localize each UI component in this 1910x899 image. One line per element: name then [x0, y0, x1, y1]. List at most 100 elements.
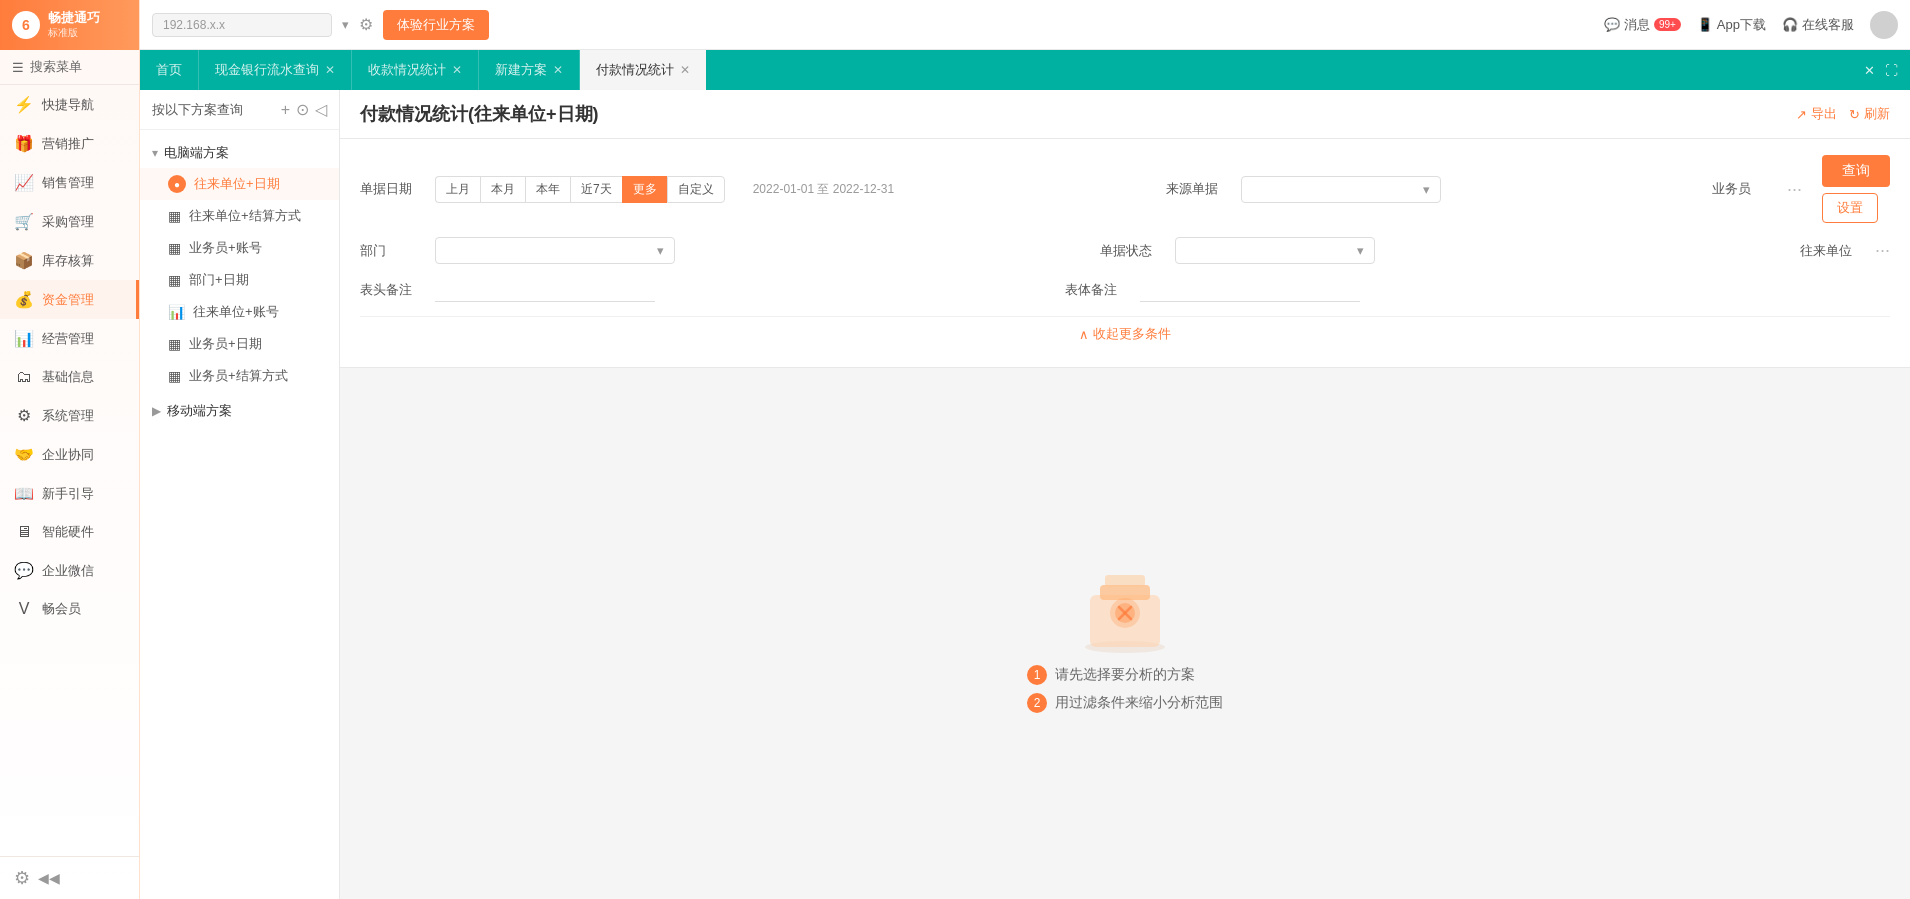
scheme-icon: ▦ — [168, 368, 181, 384]
export-button[interactable]: ↗ 导出 — [1796, 105, 1837, 123]
scheme-group-mobile[interactable]: ▶ 移动端方案 — [140, 396, 339, 426]
app-download-button[interactable]: 📱 App下载 — [1697, 16, 1766, 34]
search-menu[interactable]: ☰ 搜索菜单 — [0, 50, 139, 85]
tab-new-scheme[interactable]: 新建方案 ✕ — [479, 50, 580, 90]
sidebar-item-enterprise[interactable]: 🤝 企业协同 — [0, 435, 139, 474]
address-bar[interactable]: 192.168.x.x — [152, 13, 332, 37]
message-button[interactable]: 💬 消息 99+ — [1604, 16, 1681, 34]
scheme-item-dept-date[interactable]: ▦ 部门+日期 — [140, 264, 339, 296]
date-btn-this-year[interactable]: 本年 — [525, 176, 570, 203]
sidebar-nav: ⚡ 快捷导航 🎁 营销推广 📈 销售管理 🛒 采购管理 📦 库存核算 💰 资金管… — [0, 85, 139, 856]
scheme-item-label: 往来单位+账号 — [193, 303, 279, 321]
body-note-input[interactable] — [1140, 278, 1360, 302]
finance-icon: 💰 — [14, 290, 34, 309]
collapse-sidebar-button[interactable]: ◀◀ — [38, 870, 60, 886]
refresh-button[interactable]: ↻ 刷新 — [1849, 105, 1890, 123]
tab-receipt-stats[interactable]: 收款情况统计 ✕ — [352, 50, 479, 90]
chart-icon: 📊 — [168, 304, 185, 320]
sidebar-item-label: 销售管理 — [42, 174, 94, 192]
expand-icon[interactable]: ⛶ — [1885, 63, 1898, 78]
head-note-input[interactable] — [435, 278, 655, 302]
collapse-arrow-icon: ∧ — [1079, 327, 1089, 342]
settings-footer-button[interactable]: ⚙ — [14, 867, 30, 889]
scheme-item-unit-settle[interactable]: ▦ 往来单位+结算方式 — [140, 200, 339, 232]
scheme-item-staff-settle[interactable]: ▦ 业务员+结算方式 — [140, 360, 339, 392]
trial-button[interactable]: 体验行业方案 — [383, 10, 489, 40]
empty-hints: 1 请先选择要分析的方案 2 用过滤条件来缩小分析范围 — [1027, 665, 1223, 713]
scheme-item-unit-date[interactable]: ● 往来单位+日期 — [140, 168, 339, 200]
refresh-label: 刷新 — [1864, 105, 1890, 123]
staff-dots[interactable]: ··· — [1787, 179, 1802, 200]
sidebar-item-quick-nav[interactable]: ⚡ 快捷导航 — [0, 85, 139, 124]
doc-status-select[interactable]: ▾ — [1175, 237, 1375, 264]
sidebar-item-hardware[interactable]: 🖥 智能硬件 — [0, 513, 139, 551]
empty-illustration — [1065, 555, 1185, 655]
marketing-icon: 🎁 — [14, 134, 34, 153]
sidebar-item-basic[interactable]: 🗂 基础信息 — [0, 358, 139, 396]
sidebar-item-label: 营销推广 — [42, 135, 94, 153]
date-btn-custom[interactable]: 自定义 — [667, 176, 725, 203]
settings-button[interactable]: 设置 — [1822, 193, 1878, 223]
hint-number-2: 2 — [1027, 693, 1047, 713]
date-btn-more[interactable]: 更多 — [622, 176, 667, 203]
tab-bank-flow[interactable]: 现金银行流水查询 ✕ — [199, 50, 352, 90]
date-btn-last-7[interactable]: 近7天 — [570, 176, 622, 203]
unit-dots[interactable]: ··· — [1875, 240, 1890, 261]
collapse-bar[interactable]: ∧ 收起更多条件 — [360, 316, 1890, 351]
sidebar-item-marketing[interactable]: 🎁 营销推广 — [0, 124, 139, 163]
close-all-icon[interactable]: ✕ — [1864, 63, 1875, 78]
scheme-group-pc[interactable]: ▾ 电脑端方案 — [140, 138, 339, 168]
tab-close-icon[interactable]: ✕ — [325, 63, 335, 77]
source-select[interactable]: ▾ — [1241, 176, 1441, 203]
settings-icon[interactable]: ⚙ — [359, 15, 373, 34]
add-scheme-button[interactable]: + — [281, 101, 290, 119]
scheme-item-staff-account[interactable]: ▦ 业务员+账号 — [140, 232, 339, 264]
tab-close-icon[interactable]: ✕ — [680, 63, 690, 77]
head-note-label: 表头备注 — [360, 281, 415, 299]
scheme-item-unit-account[interactable]: 📊 往来单位+账号 — [140, 296, 339, 328]
service-label: 在线客服 — [1802, 16, 1854, 34]
dept-label: 部门 — [360, 242, 415, 260]
export-label: 导出 — [1811, 105, 1837, 123]
sidebar-item-purchase[interactable]: 🛒 采购管理 — [0, 202, 139, 241]
dept-select[interactable]: ▾ — [435, 237, 675, 264]
body-note-label: 表体备注 — [1065, 281, 1120, 299]
scheme-item-staff-date[interactable]: ▦ 业务员+日期 — [140, 328, 339, 360]
tab-payment-stats[interactable]: 付款情况统计 ✕ — [580, 50, 706, 90]
date-btn-last-month[interactable]: 上月 — [435, 176, 480, 203]
query-button[interactable]: 查询 — [1822, 155, 1890, 187]
scheme-panel-header-actions: + ⊙ ◁ — [281, 100, 327, 119]
hardware-icon: 🖥 — [14, 523, 34, 541]
page-title: 付款情况统计(往来单位+日期) — [360, 102, 599, 126]
sidebar-item-label: 资金管理 — [42, 291, 94, 309]
service-button[interactable]: 🎧 在线客服 — [1782, 16, 1854, 34]
tab-home[interactable]: 首页 — [140, 50, 199, 90]
sidebar-item-guide[interactable]: 📖 新手引导 — [0, 474, 139, 513]
sidebar-item-label: 畅会员 — [42, 600, 81, 618]
tab-close-icon[interactable]: ✕ — [452, 63, 462, 77]
sidebar-item-label: 系统管理 — [42, 407, 94, 425]
sidebar: 6 畅捷通巧 标准版 ☰ 搜索菜单 ⚡ 快捷导航 🎁 营销推广 📈 销售管理 🛒… — [0, 0, 140, 899]
user-avatar[interactable] — [1870, 11, 1898, 39]
sidebar-item-sales[interactable]: 📈 销售管理 — [0, 163, 139, 202]
sidebar-item-label: 快捷导航 — [42, 96, 94, 114]
tab-label: 现金银行流水查询 — [215, 61, 319, 79]
search-icon: ☰ — [12, 60, 24, 75]
topbar-actions: 💬 消息 99+ 📱 App下载 🎧 在线客服 — [1604, 11, 1898, 39]
sidebar-item-system[interactable]: ⚙ 系统管理 — [0, 396, 139, 435]
settings-scheme-button[interactable]: ⊙ — [296, 100, 309, 119]
sidebar-item-operation[interactable]: 📊 经营管理 — [0, 319, 139, 358]
filter-area: 单据日期 上月 本月 本年 近7天 更多 自定义 2022-01-01 至 20… — [340, 139, 1910, 368]
date-btn-this-month[interactable]: 本月 — [480, 176, 525, 203]
sidebar-item-inventory[interactable]: 📦 库存核算 — [0, 241, 139, 280]
system-icon: ⚙ — [14, 406, 34, 425]
sidebar-item-member[interactable]: V 畅会员 — [0, 590, 139, 628]
collapse-scheme-button[interactable]: ◁ — [315, 100, 327, 119]
operation-icon: 📊 — [14, 329, 34, 348]
tab-close-icon[interactable]: ✕ — [553, 63, 563, 77]
sidebar-item-finance[interactable]: 💰 资金管理 — [0, 280, 139, 319]
sidebar-item-wechat[interactable]: 💬 企业微信 — [0, 551, 139, 590]
scheme-panel: 按以下方案查询 + ⊙ ◁ ▾ 电脑端方案 ● 往来单位+日期 ▦ — [140, 90, 340, 899]
date-range-text: 2022-01-01 至 2022-12-31 — [753, 181, 894, 198]
address-dropdown-icon[interactable]: ▾ — [342, 17, 349, 32]
